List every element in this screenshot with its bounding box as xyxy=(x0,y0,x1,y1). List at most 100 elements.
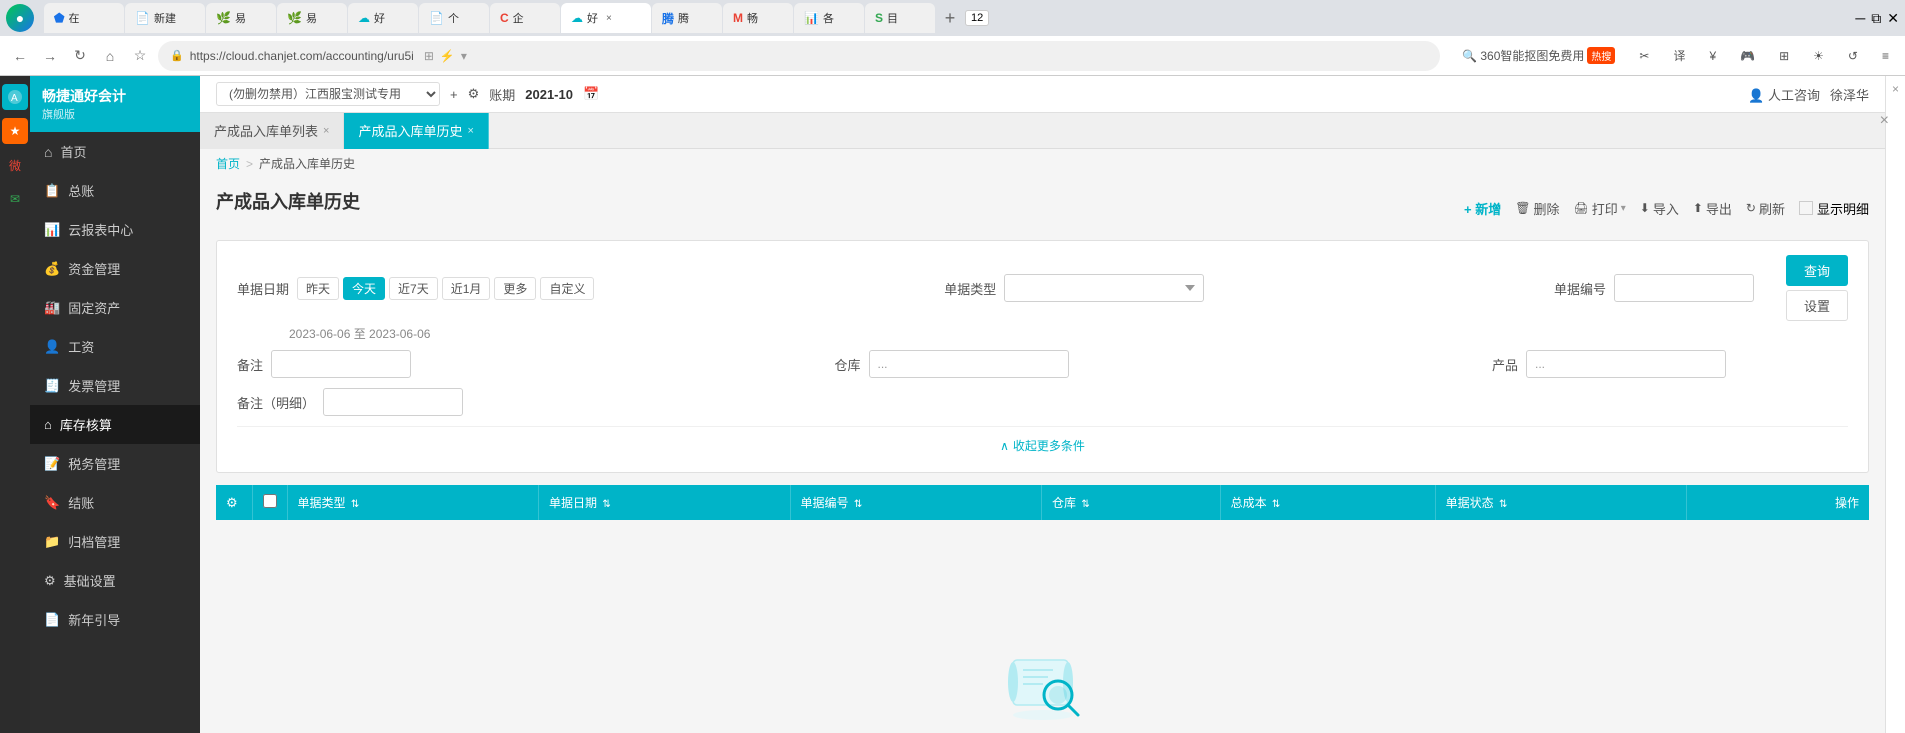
icon-bar-weibo[interactable]: 微 xyxy=(2,152,28,178)
search-bar[interactable]: 🔍 360智能抠图免费用 热搜 xyxy=(1454,44,1623,67)
calendar-icon[interactable]: 📅 xyxy=(583,86,599,102)
print-btn[interactable]: 🖨 打印 ▾ xyxy=(1573,199,1625,218)
win-restore-btn[interactable]: ⧉ xyxy=(1871,10,1881,27)
breadcrumb-home[interactable]: 首页 xyxy=(216,155,240,172)
date-btn-custom[interactable]: 自定义 xyxy=(540,277,594,300)
add-company-btn[interactable]: + xyxy=(450,87,458,102)
sidebar-item-checkout[interactable]: 🔖 结账 xyxy=(30,483,200,522)
sidebar-item-payroll[interactable]: 👤 工资 xyxy=(30,327,200,366)
tab-close-8[interactable]: × xyxy=(606,13,612,24)
company-select[interactable]: (勿删勿禁用）江西服宝测试专用 xyxy=(216,82,440,106)
add-btn[interactable]: + 新增 xyxy=(1464,199,1501,218)
date-field: 单据日期 昨天 今天 近7天 近1月 更多 自定义 xyxy=(237,277,594,300)
sidebar-item-finance[interactable]: 💰 资金管理 xyxy=(30,249,200,288)
export-btn[interactable]: ⬆ 导出 xyxy=(1693,199,1732,218)
doc-type-select[interactable] xyxy=(1004,274,1204,302)
page-tab-history-close[interactable]: × xyxy=(467,125,473,137)
browser-tab-8[interactable]: ☁ 好 × xyxy=(561,3,651,33)
sidebar-item-report[interactable]: 📊 云报表中心 xyxy=(30,210,200,249)
tab-favicon-3: 🌿 xyxy=(216,11,231,25)
browser-tab-9[interactable]: 腾 腾 xyxy=(652,3,722,33)
win-close-btn[interactable]: ✕ xyxy=(1887,10,1899,27)
date-btn-more[interactable]: 更多 xyxy=(494,277,536,300)
icon-bar-logo[interactable]: A xyxy=(2,84,28,110)
th-doc-status[interactable]: 单据状态 ⇅ xyxy=(1435,485,1687,520)
collapse-button[interactable]: ∧ 收起更多条件 xyxy=(237,433,1848,458)
date-btn-7days[interactable]: 近7天 xyxy=(389,277,438,300)
undo-btn[interactable]: ↺ xyxy=(1840,46,1866,66)
data-table: ⚙ 单据类型 ⇅ 单据日期 ⇅ xyxy=(216,485,1869,733)
th-doc-type[interactable]: 单据类型 ⇅ xyxy=(287,485,539,520)
sidebar-item-fixed[interactable]: 🏭 固定资产 xyxy=(30,288,200,327)
browser-tab-10[interactable]: M 畅 xyxy=(723,3,793,33)
sidebar-item-invoice[interactable]: 🧾 发票管理 xyxy=(30,366,200,405)
refresh-btn[interactable]: ↻ 刷新 xyxy=(1746,199,1785,218)
doc-no-input[interactable] xyxy=(1614,274,1754,302)
page-tab-list[interactable]: 产成品入库单列表 × xyxy=(200,113,344,149)
date-btn-today[interactable]: 今天 xyxy=(343,277,385,300)
win-minimize-btn[interactable]: ─ xyxy=(1855,10,1865,26)
sidebar-item-ledger[interactable]: 📋 总账 xyxy=(30,171,200,210)
date-btn-yesterday[interactable]: 昨天 xyxy=(297,277,339,300)
back-button[interactable]: ← xyxy=(8,44,32,68)
url-box[interactable]: 🔒 https://cloud.chanjet.com/accounting/u… xyxy=(158,41,1440,71)
settings-button[interactable]: 设置 xyxy=(1786,290,1848,321)
delete-btn[interactable]: 🗑 删除 xyxy=(1515,199,1559,218)
browser-tab-4[interactable]: 🌿 易 xyxy=(277,3,347,33)
th-gear[interactable]: ⚙ xyxy=(216,485,252,520)
right-panel-close-btn[interactable]: × xyxy=(1892,82,1899,96)
product-input-box[interactable]: ... xyxy=(1526,350,1726,378)
grid-view-btn[interactable]: ⊞ xyxy=(1771,46,1797,66)
note-detail-input[interactable] xyxy=(323,388,463,416)
new-tab-button[interactable]: + xyxy=(936,4,964,32)
home-button[interactable]: ⌂ xyxy=(98,44,122,68)
date-btn-1month[interactable]: 近1月 xyxy=(442,277,491,300)
sidebar-item-inventory[interactable]: ⌂ 库存核算 xyxy=(30,405,200,444)
page-tab-list-close[interactable]: × xyxy=(323,125,329,137)
forward-button[interactable]: → xyxy=(38,44,62,68)
print-icon: 🖨 xyxy=(1573,201,1588,215)
show-cols-ctrl[interactable]: 显示明细 xyxy=(1799,199,1869,218)
sidebar-item-tax[interactable]: 📝 税务管理 xyxy=(30,444,200,483)
browser-tab-11[interactable]: 📊 各 xyxy=(794,3,864,33)
translate-btn[interactable]: 译 xyxy=(1665,44,1693,67)
tab-counter[interactable]: 12 xyxy=(965,10,989,26)
browser-tab-1[interactable]: ⬟ 在 xyxy=(44,3,124,33)
sidebar-item-new-doc[interactable]: 📄 新年引导 xyxy=(30,600,200,639)
select-all-checkbox[interactable] xyxy=(263,494,277,508)
scissors-btn[interactable]: ✂ xyxy=(1631,46,1657,66)
browser-tab-12[interactable]: S 目 xyxy=(865,3,935,33)
sidebar-item-archive[interactable]: 📁 归档管理 xyxy=(30,522,200,561)
show-cols-checkbox[interactable] xyxy=(1799,201,1813,215)
url-lightning-icon[interactable]: ⚡ xyxy=(440,49,455,63)
th-doc-no[interactable]: 单据编号 ⇅ xyxy=(790,485,1042,520)
import-btn[interactable]: ⬇ 导入 xyxy=(1640,199,1679,218)
refresh-button[interactable]: ↻ xyxy=(68,44,92,68)
page-tab-history[interactable]: 产成品入库单历史 × xyxy=(344,113,488,149)
browser-tab-5[interactable]: ☁ 好 xyxy=(348,3,418,33)
th-total-cost[interactable]: 总成本 ⇅ xyxy=(1220,485,1435,520)
th-check[interactable] xyxy=(252,485,287,520)
game-btn[interactable]: 🎮 xyxy=(1732,46,1763,66)
th-doc-date[interactable]: 单据日期 ⇅ xyxy=(539,485,791,520)
theme-btn[interactable]: ☀ xyxy=(1805,46,1832,66)
th-warehouse[interactable]: 仓库 ⇅ xyxy=(1042,485,1221,520)
bookmark-button[interactable]: ☆ xyxy=(128,44,152,68)
sidebar-item-home[interactable]: ⌂ 首页 xyxy=(30,132,200,171)
warehouse-input-box[interactable]: ... xyxy=(869,350,1069,378)
browser-tab-7[interactable]: C 企 xyxy=(490,3,560,33)
icon-bar-orange[interactable]: ★ xyxy=(2,118,28,144)
currency-btn[interactable]: ¥ xyxy=(1701,46,1724,66)
user-service-btn[interactable]: 👤 人工咨询 xyxy=(1748,85,1820,104)
icon-bar-mail[interactable]: ✉ xyxy=(2,186,28,212)
browser-tab-6[interactable]: 📄 个 xyxy=(419,3,489,33)
more-btn[interactable]: ≡ xyxy=(1874,46,1897,66)
doc-type-label: 单据类型 xyxy=(944,279,996,298)
query-button[interactable]: 查询 xyxy=(1786,255,1848,286)
panel-close-btn[interactable]: × xyxy=(1880,112,1885,130)
note-input[interactable] xyxy=(271,350,411,378)
browser-tab-2[interactable]: 📄 新建 xyxy=(125,3,205,33)
browser-tab-3[interactable]: 🌿 易 xyxy=(206,3,276,33)
company-settings-btn[interactable]: ⚙ xyxy=(468,86,480,102)
sidebar-item-settings[interactable]: ⚙ 基础设置 xyxy=(30,561,200,600)
